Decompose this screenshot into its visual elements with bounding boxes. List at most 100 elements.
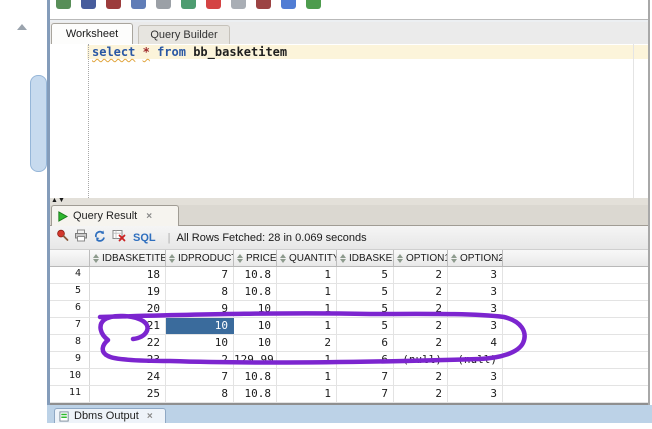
toolbar-icon-sliver[interactable]: [81, 0, 96, 9]
cell-QUANTITY[interactable]: 1: [277, 301, 337, 317]
cell-IDBASKETITEM[interactable]: 24: [90, 369, 166, 385]
cell-IDBASKET[interactable]: 7: [337, 386, 394, 402]
cell-IDBASKETITEM[interactable]: 19: [90, 284, 166, 300]
tab-query-result[interactable]: Query Result ×: [51, 205, 179, 226]
cell-IDBASKET[interactable]: 5: [337, 318, 394, 334]
cell-OPTION1[interactable]: 2: [394, 301, 448, 317]
cell-IDBASKETITEM[interactable]: 23: [90, 352, 166, 368]
sort-icon[interactable]: [169, 253, 175, 264]
row-number[interactable]: 11: [50, 386, 90, 402]
column-header-QUANTITY[interactable]: QUANTITY: [277, 250, 337, 266]
cell-QUANTITY[interactable]: 2: [277, 335, 337, 351]
close-icon[interactable]: ×: [146, 211, 152, 222]
toolbar-icon-sliver[interactable]: [181, 0, 196, 9]
sort-icon[interactable]: [280, 253, 286, 264]
cell-IDPRODUCT[interactable]: 10: [166, 318, 234, 334]
column-header-PRICE[interactable]: PRICE: [234, 250, 277, 266]
toolbar-icon-sliver[interactable]: [231, 0, 246, 9]
cell-QUANTITY[interactable]: 1: [277, 318, 337, 334]
sql-button[interactable]: SQL: [133, 232, 156, 244]
column-header-IDPRODUCT[interactable]: IDPRODUCT: [166, 250, 234, 266]
sort-icon[interactable]: [451, 253, 457, 264]
column-header-OPTION2[interactable]: OPTION2: [448, 250, 503, 266]
cell-OPTION2[interactable]: 3: [448, 318, 503, 334]
cell-IDPRODUCT[interactable]: 10: [166, 335, 234, 351]
cell-IDPRODUCT[interactable]: 9: [166, 301, 234, 317]
cell-PRICE[interactable]: 129.99: [234, 352, 277, 368]
pin-icon[interactable]: [56, 229, 69, 247]
tab-worksheet[interactable]: Worksheet: [51, 23, 133, 44]
splitter-collapse-arrows[interactable]: ▲▼: [51, 197, 65, 204]
tab-query-builder[interactable]: Query Builder: [138, 25, 230, 44]
row-number[interactable]: 9: [50, 352, 90, 368]
cell-IDBASKET[interactable]: 5: [337, 301, 394, 317]
row-number[interactable]: 6: [50, 301, 90, 317]
row-number[interactable]: 10: [50, 369, 90, 385]
cell-OPTION1[interactable]: 2: [394, 318, 448, 334]
scrollbar-up-arrow-icon[interactable]: [17, 24, 27, 30]
cell-IDBASKET[interactable]: 5: [337, 284, 394, 300]
cell-OPTION1[interactable]: (null): [394, 352, 448, 368]
cell-IDBASKETITEM[interactable]: 21: [90, 318, 166, 334]
cell-OPTION1[interactable]: 2: [394, 386, 448, 402]
column-header-IDBASKETITEM[interactable]: IDBASKETITEM: [90, 250, 166, 266]
cell-IDBASKETITEM[interactable]: 22: [90, 335, 166, 351]
toolbar-icon-sliver[interactable]: [106, 0, 121, 9]
cell-IDBASKET[interactable]: 6: [337, 352, 394, 368]
cell-QUANTITY[interactable]: 1: [277, 386, 337, 402]
sort-icon[interactable]: [397, 253, 403, 264]
cell-OPTION1[interactable]: 2: [394, 369, 448, 385]
sql-editor[interactable]: [50, 44, 648, 198]
close-icon[interactable]: ×: [147, 411, 153, 422]
toolbar-icon-sliver[interactable]: [131, 0, 146, 9]
cell-PRICE[interactable]: 10: [234, 335, 277, 351]
cell-IDBASKETITEM[interactable]: 20: [90, 301, 166, 317]
refresh-icon[interactable]: [93, 229, 107, 247]
printer-icon[interactable]: [74, 229, 88, 247]
cell-OPTION1[interactable]: 2: [394, 335, 448, 351]
cell-PRICE[interactable]: 10.8: [234, 386, 277, 402]
toolbar-icon-sliver[interactable]: [306, 0, 321, 9]
cell-OPTION2[interactable]: 3: [448, 386, 503, 402]
cell-QUANTITY[interactable]: 1: [277, 352, 337, 368]
cell-OPTION2[interactable]: 4: [448, 335, 503, 351]
horizontal-splitter[interactable]: [50, 198, 648, 205]
toolbar-icon-sliver[interactable]: [256, 0, 271, 9]
toolbar-icon-sliver[interactable]: [156, 0, 171, 9]
cell-QUANTITY[interactable]: 1: [277, 267, 337, 283]
cell-IDBASKET[interactable]: 6: [337, 335, 394, 351]
vertical-scrollbar-thumb[interactable]: [30, 75, 47, 172]
sort-icon[interactable]: [93, 253, 99, 264]
toolbar-icon-sliver[interactable]: [281, 0, 296, 9]
cell-OPTION2[interactable]: 3: [448, 267, 503, 283]
sort-icon[interactable]: [237, 253, 243, 264]
column-header-IDBASKET[interactable]: IDBASKET: [337, 250, 394, 266]
cell-IDBASKET[interactable]: 5: [337, 267, 394, 283]
cell-IDPRODUCT[interactable]: 2: [166, 352, 234, 368]
cell-IDPRODUCT[interactable]: 8: [166, 284, 234, 300]
toolbar-icon-sliver[interactable]: [206, 0, 221, 9]
cell-PRICE[interactable]: 10: [234, 301, 277, 317]
sort-icon[interactable]: [340, 253, 346, 264]
cell-IDPRODUCT[interactable]: 7: [166, 369, 234, 385]
cell-OPTION2[interactable]: 3: [448, 369, 503, 385]
cell-IDBASKETITEM[interactable]: 18: [90, 267, 166, 283]
row-number[interactable]: 8: [50, 335, 90, 351]
splitter-down-icon[interactable]: ▼: [58, 197, 65, 204]
toolbar-icon-sliver[interactable]: [56, 0, 71, 9]
column-header-OPTION1[interactable]: OPTION1: [394, 250, 448, 266]
cell-OPTION1[interactable]: 2: [394, 284, 448, 300]
filter-error-icon[interactable]: [112, 229, 126, 247]
cell-OPTION1[interactable]: 2: [394, 267, 448, 283]
cell-PRICE[interactable]: 10.8: [234, 284, 277, 300]
cell-IDBASKETITEM[interactable]: 25: [90, 386, 166, 402]
row-number[interactable]: 5: [50, 284, 90, 300]
cell-PRICE[interactable]: 10.8: [234, 369, 277, 385]
row-number[interactable]: 7: [50, 318, 90, 334]
result-grid[interactable]: IDBASKETITEM IDPRODUCT PRICE QUANTITY IDBASK…: [50, 250, 648, 403]
cell-QUANTITY[interactable]: 1: [277, 284, 337, 300]
cell-OPTION2[interactable]: (null): [448, 352, 503, 368]
cell-IDPRODUCT[interactable]: 7: [166, 267, 234, 283]
sql-statement[interactable]: select * from bb_basketitem: [92, 45, 287, 59]
cell-PRICE[interactable]: 10.8: [234, 267, 277, 283]
